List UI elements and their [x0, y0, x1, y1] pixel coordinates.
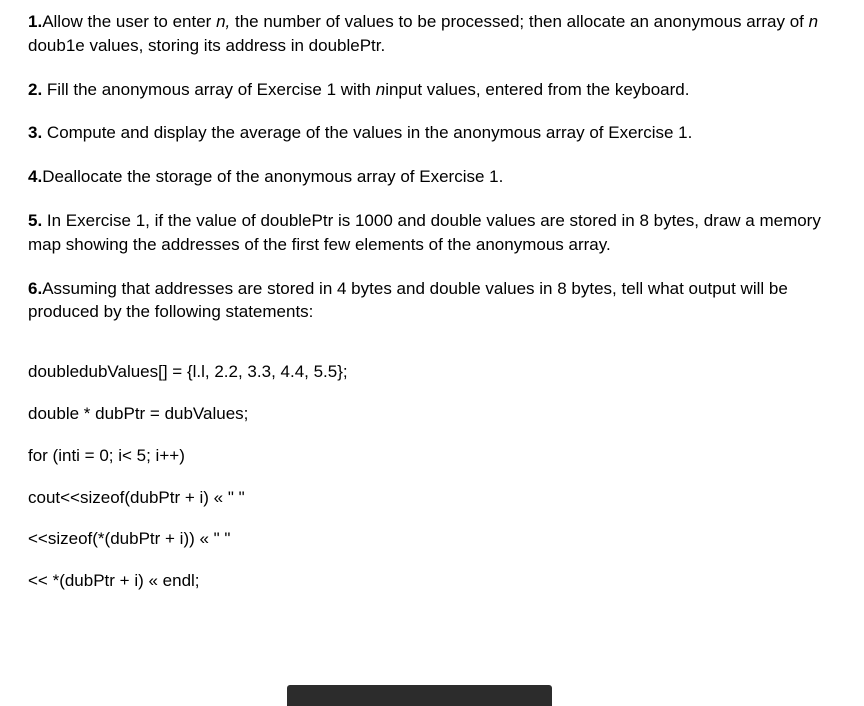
- code-line-4: cout<<sizeof(dubPtr + i) « " ": [28, 486, 836, 510]
- ex1-var-n: n,: [216, 12, 230, 31]
- code-line-2: double * dubPtr = dubValues;: [28, 402, 836, 426]
- exercise-number-5: 5.: [28, 211, 42, 230]
- code-line-1: doubledubValues[] = {l.l, 2.2, 3.3, 4.4,…: [28, 360, 836, 384]
- code-line-5: <<sizeof(*(dubPtr + i)) « " ": [28, 527, 836, 551]
- code-line-6: << *(dubPtr + i) « endl;: [28, 569, 836, 593]
- exercise-5: 5. In Exercise 1, if the value of double…: [28, 209, 836, 257]
- ex1-var-n2: n: [809, 12, 818, 31]
- exercise-1: 1.Allow the user to enter n, the number …: [28, 10, 836, 58]
- exercise-2: 2. Fill the anonymous array of Exercise …: [28, 78, 836, 102]
- bottom-toolbar[interactable]: [287, 685, 552, 706]
- ex1-text-2: the number of values to be processed; th…: [230, 12, 808, 31]
- ex6-text: Assuming that addresses are stored in 4 …: [28, 279, 788, 322]
- exercise-number-3: 3.: [28, 123, 42, 142]
- ex4-text: Deallocate the storage of the anonymous …: [42, 167, 503, 186]
- ex2-text-2: input values, entered from the keyboard.: [385, 80, 689, 99]
- code-block: doubledubValues[] = {l.l, 2.2, 3.3, 4.4,…: [28, 360, 836, 593]
- ex2-text-1: Fill the anonymous array of Exercise 1 w…: [42, 80, 376, 99]
- exercise-number-2: 2.: [28, 80, 42, 99]
- exercise-4: 4.Deallocate the storage of the anonymou…: [28, 165, 836, 189]
- ex1-text-3: doub1e values, storing its address in do…: [28, 36, 385, 55]
- exercise-6: 6.Assuming that addresses are stored in …: [28, 277, 836, 325]
- ex2-var-n: n: [376, 80, 385, 99]
- code-line-3: for (inti = 0; i< 5; i++): [28, 444, 836, 468]
- exercise-number-1: 1.: [28, 12, 42, 31]
- exercise-number-4: 4.: [28, 167, 42, 186]
- exercise-number-6: 6.: [28, 279, 42, 298]
- ex1-text-1: Allow the user to enter: [42, 12, 216, 31]
- exercise-3: 3. Compute and display the average of th…: [28, 121, 836, 145]
- ex5-text: In Exercise 1, if the value of doublePtr…: [28, 211, 821, 254]
- ex3-text: Compute and display the average of the v…: [42, 123, 692, 142]
